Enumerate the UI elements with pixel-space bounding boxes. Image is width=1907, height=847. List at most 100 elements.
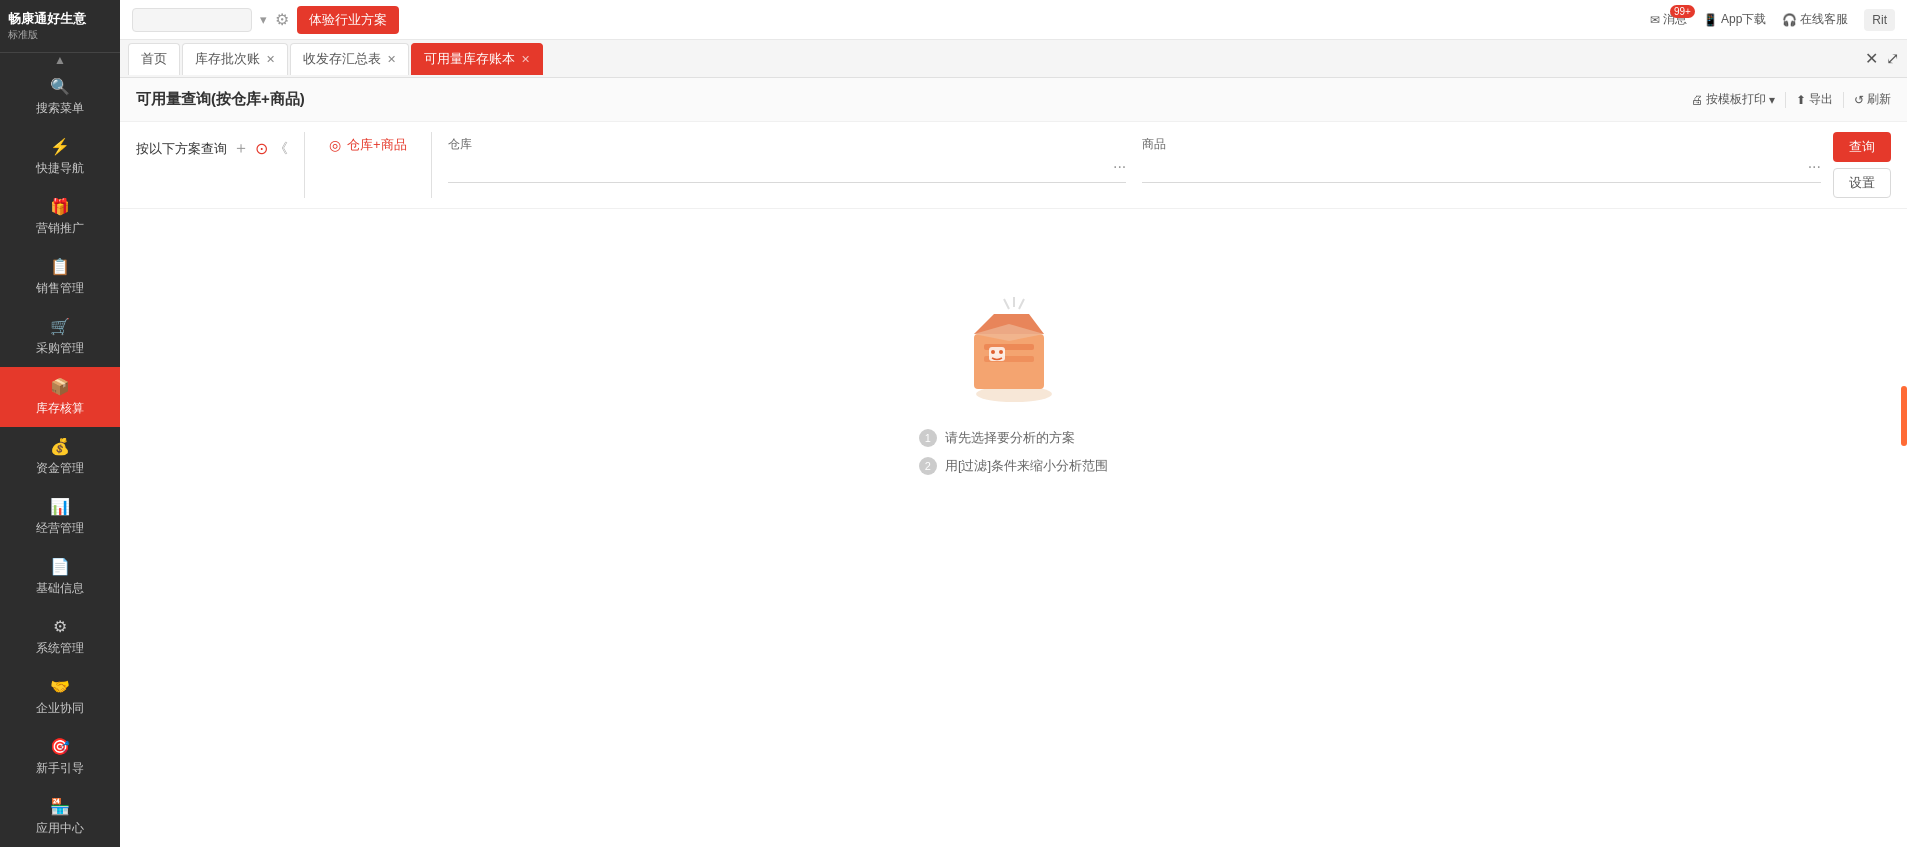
template-arrow-icon: ▾ — [1769, 93, 1775, 107]
empty-tip-2: 2 用[过滤]条件来缩小分析范围 — [919, 457, 1108, 475]
sidebar-item-search[interactable]: 🔍 搜索菜单 — [0, 67, 120, 127]
sidebar-item-label: 新手引导 — [36, 760, 84, 777]
page-header-actions: 🖨 按模板打印 ▾ ⬆ 导出 ↺ 刷新 — [1691, 91, 1891, 108]
main-area: ▾ ⚙ 体验行业方案 ✉ 消息 99+ 📱 App下载 🎧 在线客服 Rit — [120, 0, 1907, 847]
sidebar: 畅康通好生意 标准版 ▲ 🔍 搜索菜单 ⚡ 快捷导航 🎁 营销推广 📋 销售管理… — [0, 0, 120, 847]
message-icon: ✉ — [1650, 13, 1660, 27]
sidebar-item-inventory[interactable]: 📦 库存核算 — [0, 367, 120, 427]
sidebar-item-guide[interactable]: 🎯 新手引导 — [0, 727, 120, 787]
filter-divider — [304, 132, 305, 198]
filter-collapse-icon[interactable]: 《 — [274, 140, 288, 158]
app-download-button[interactable]: 📱 App下载 — [1703, 11, 1766, 28]
filter-label-text: 按以下方案查询 — [136, 140, 227, 158]
tab-summary[interactable]: 收发存汇总表 ✕ — [290, 43, 409, 75]
dropdown-arrow-icon[interactable]: ▾ — [260, 12, 267, 27]
message-badge: 99+ — [1670, 5, 1695, 18]
query-fields: 仓库 ··· 商品 ··· — [448, 132, 1821, 187]
inventory-icon: 📦 — [50, 377, 70, 396]
goods-more-icon[interactable]: ··· — [1808, 158, 1821, 176]
sidebar-item-label: 采购管理 — [36, 340, 84, 357]
search-icon: 🔍 — [50, 77, 70, 96]
export-label: 导出 — [1809, 91, 1833, 108]
topbar-search-input[interactable] — [132, 8, 252, 32]
sidebar-item-label: 搜索菜单 — [36, 100, 84, 117]
refresh-button[interactable]: ↺ 刷新 — [1854, 91, 1891, 108]
sidebar-item-enterprise[interactable]: 🤝 企业协同 — [0, 667, 120, 727]
goods-field: 商品 ··· — [1142, 136, 1821, 183]
template-print-button[interactable]: 🖨 按模板打印 ▾ — [1691, 91, 1775, 108]
topbar: ▾ ⚙ 体验行业方案 ✉ 消息 99+ 📱 App下载 🎧 在线客服 Rit — [120, 0, 1907, 40]
filter-scheme-item[interactable]: ◎ 仓库+商品 — [321, 132, 415, 158]
svg-line-9 — [1019, 299, 1024, 309]
apps-icon: 🏪 — [50, 797, 70, 816]
tab-home[interactable]: 首页 — [128, 43, 180, 75]
goods-input[interactable] — [1142, 155, 1807, 178]
empty-illustration — [954, 289, 1074, 409]
tip-text-2: 用[过滤]条件来缩小分析范围 — [945, 457, 1108, 475]
query-button[interactable]: 查询 — [1833, 132, 1891, 162]
sidebar-item-sales[interactable]: 📋 销售管理 — [0, 247, 120, 307]
warehouse-more-icon[interactable]: ··· — [1113, 158, 1126, 176]
divider1 — [1785, 92, 1786, 108]
message-button[interactable]: ✉ 消息 99+ — [1650, 11, 1687, 28]
filter-add-icon[interactable]: ＋ — [233, 138, 249, 159]
scheme-label: 仓库+商品 — [347, 136, 407, 154]
tab-batch-label: 库存批次账 — [195, 50, 260, 68]
page-title: 可用量查询(按仓库+商品) — [136, 90, 305, 109]
window-maximize-icon[interactable]: ⤢ — [1886, 49, 1899, 68]
filter-area: 按以下方案查询 ＋ ⊙ 《 ◎ 仓库+商品 仓库 ··· — [120, 122, 1907, 209]
app-logo: 畅康通好生意 标准版 — [0, 0, 120, 53]
marketing-icon: 🎁 — [50, 197, 70, 216]
user-menu-button[interactable]: Rit — [1864, 9, 1895, 31]
template-print-label: 按模板打印 — [1706, 91, 1766, 108]
online-service-button[interactable]: 🎧 在线客服 — [1782, 11, 1848, 28]
sidebar-item-shortcut[interactable]: ⚡ 快捷导航 — [0, 127, 120, 187]
window-close-icon[interactable]: ✕ — [1865, 49, 1878, 68]
service-label: 在线客服 — [1800, 11, 1848, 28]
sidebar-item-label: 系统管理 — [36, 640, 84, 657]
export-button[interactable]: ⬆ 导出 — [1796, 91, 1833, 108]
sidebar-item-label: 经营管理 — [36, 520, 84, 537]
username-label: Rit — [1872, 13, 1887, 27]
sidebar-item-label: 快捷导航 — [36, 160, 84, 177]
tab-available[interactable]: 可用量库存账本 ✕ — [411, 43, 543, 75]
goods-field-label: 商品 — [1142, 136, 1821, 153]
window-controls: ✕ ⤢ — [1865, 49, 1899, 68]
phone-icon: 📱 — [1703, 13, 1718, 27]
tab-available-close-icon[interactable]: ✕ — [521, 53, 530, 66]
tab-available-label: 可用量库存账本 — [424, 50, 515, 68]
empty-state: 1 请先选择要分析的方案 2 用[过滤]条件来缩小分析范围 — [120, 209, 1907, 555]
app-edition: 标准版 — [8, 28, 112, 42]
sidebar-item-apps[interactable]: 🏪 应用中心 — [0, 787, 120, 847]
sidebar-item-label: 资金管理 — [36, 460, 84, 477]
tab-summary-close-icon[interactable]: ✕ — [387, 53, 396, 66]
sales-icon: 📋 — [50, 257, 70, 276]
sidebar-item-label: 企业协同 — [36, 700, 84, 717]
filter-setting-icon[interactable]: ⊙ — [255, 139, 268, 158]
sidebar-item-operation[interactable]: 📊 经营管理 — [0, 487, 120, 547]
topbar-right: ✉ 消息 99+ 📱 App下载 🎧 在线客服 Rit — [1650, 9, 1895, 31]
purchase-icon: 🛒 — [50, 317, 70, 336]
print-icon: 🖨 — [1691, 93, 1703, 107]
sidebar-scroll-up[interactable]: ▲ — [0, 53, 120, 67]
query-actions: 查询 设置 — [1833, 132, 1891, 198]
tab-batch[interactable]: 库存批次账 ✕ — [182, 43, 288, 75]
sidebar-item-finance[interactable]: 💰 资金管理 — [0, 427, 120, 487]
warehouse-field: 仓库 ··· — [448, 136, 1127, 183]
tab-batch-close-icon[interactable]: ✕ — [266, 53, 275, 66]
sidebar-item-marketing[interactable]: 🎁 营销推广 — [0, 187, 120, 247]
sidebar-item-label: 营销推广 — [36, 220, 84, 237]
settings-button[interactable]: 设置 — [1833, 168, 1891, 198]
sidebar-item-label: 基础信息 — [36, 580, 84, 597]
warehouse-input[interactable] — [448, 155, 1113, 178]
sidebar-item-label: 销售管理 — [36, 280, 84, 297]
scrollbar-indicator[interactable] — [1901, 386, 1907, 446]
sidebar-item-purchase[interactable]: 🛒 采购管理 — [0, 307, 120, 367]
gear-icon[interactable]: ⚙ — [275, 10, 289, 29]
sidebar-item-label: 应用中心 — [36, 820, 84, 837]
industry-solution-button[interactable]: 体验行业方案 — [297, 6, 399, 34]
export-icon: ⬆ — [1796, 93, 1806, 107]
sidebar-item-basic[interactable]: 📄 基础信息 — [0, 547, 120, 607]
operation-icon: 📊 — [50, 497, 70, 516]
sidebar-item-system[interactable]: ⚙ 系统管理 — [0, 607, 120, 667]
